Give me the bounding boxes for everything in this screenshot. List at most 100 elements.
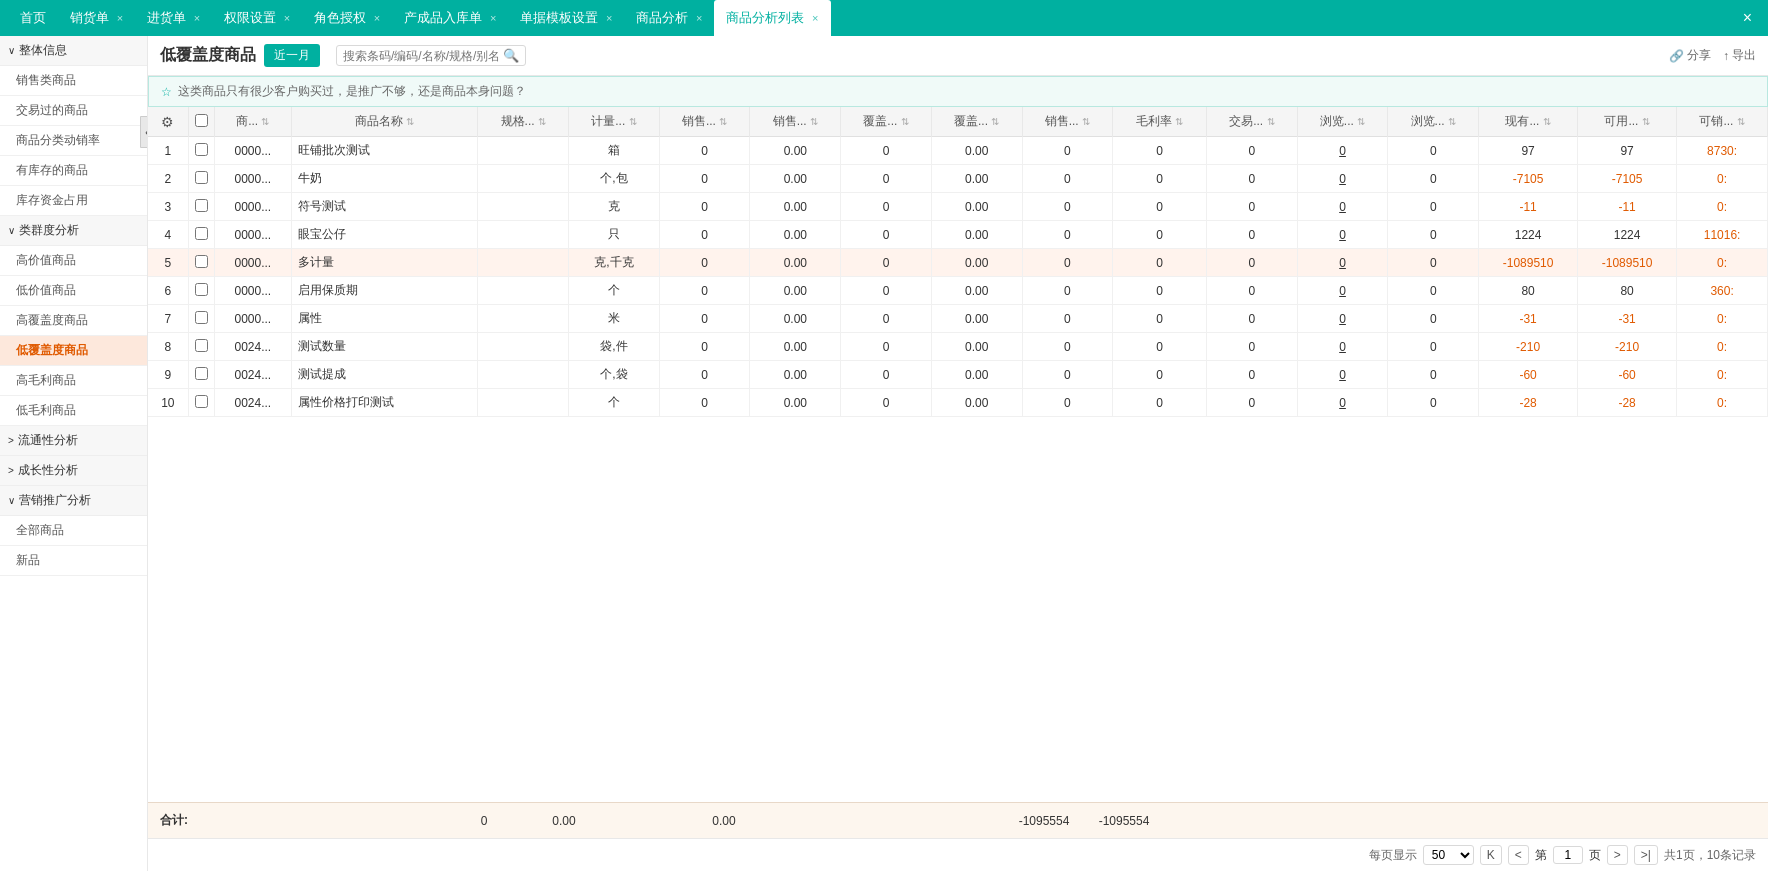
page-input[interactable] — [1553, 846, 1583, 864]
sidebar-section-growth[interactable]: > 成长性分析 — [0, 456, 147, 486]
col-sales-qty[interactable]: 销售... ⇅ — [659, 107, 750, 137]
search-input[interactable] — [343, 49, 503, 63]
next-page-button[interactable]: > — [1607, 845, 1628, 865]
row-checkbox-cell[interactable] — [188, 277, 214, 305]
row-checkbox-cell[interactable] — [188, 193, 214, 221]
sidebar-item-new-goods[interactable]: 新品 — [0, 546, 147, 576]
row-checkbox[interactable] — [195, 395, 208, 408]
col-stock3[interactable]: 可销... ⇅ — [1677, 107, 1768, 137]
nav-tab-home[interactable]: 首页 — [8, 0, 58, 36]
row-view1[interactable]: 0 — [1297, 333, 1388, 361]
last-page-button[interactable]: >| — [1634, 845, 1658, 865]
row-view1[interactable]: 0 — [1297, 193, 1388, 221]
col-margin[interactable]: 毛利率 ⇅ — [1113, 107, 1207, 137]
row-view1[interactable]: 0 — [1297, 277, 1388, 305]
row-spec — [478, 221, 569, 249]
select-all-checkbox[interactable] — [195, 114, 208, 127]
sidebar-item-high-value[interactable]: 高价值商品 — [0, 246, 147, 276]
sidebar-item-capital-occupation[interactable]: 库存资金占用 — [0, 186, 147, 216]
nav-tab-roles[interactable]: 角色授权 × — [302, 0, 392, 36]
col-stock1[interactable]: 现有... ⇅ — [1479, 107, 1578, 137]
row-view1[interactable]: 0 — [1297, 305, 1388, 333]
sidebar-item-stocked-goods[interactable]: 有库存的商品 — [0, 156, 147, 186]
sidebar-section-liquidity[interactable]: > 流通性分析 — [0, 426, 147, 456]
close-all-tabs[interactable]: × — [1735, 9, 1760, 27]
col-view2[interactable]: 浏览... ⇅ — [1388, 107, 1479, 137]
row-checkbox-cell[interactable] — [188, 333, 214, 361]
sidebar-item-low-coverage[interactable]: 低覆盖度商品 — [0, 336, 147, 366]
sidebar-item-all-goods[interactable]: 全部商品 — [0, 516, 147, 546]
export-button[interactable]: ↑ 导出 — [1723, 47, 1756, 64]
row-view1[interactable]: 0 — [1297, 389, 1388, 417]
sidebar-item-low-value[interactable]: 低价值商品 — [0, 276, 147, 306]
col-sales-amt[interactable]: 销售... ⇅ — [750, 107, 841, 137]
row-checkbox[interactable] — [195, 171, 208, 184]
sidebar-item-high-coverage[interactable]: 高覆盖度商品 — [0, 306, 147, 336]
prev-page-button[interactable]: < — [1508, 845, 1529, 865]
page-size-select[interactable]: 50 20 100 — [1423, 845, 1474, 865]
close-finished-goods-tab[interactable]: × — [490, 12, 496, 24]
row-checkbox[interactable] — [195, 227, 208, 240]
sidebar-section-overall[interactable]: ∨ 整体信息 — [0, 36, 147, 66]
row-view1[interactable]: 0 — [1297, 165, 1388, 193]
sidebar-item-sales-goods[interactable]: 销售类商品 — [0, 66, 147, 96]
table-container[interactable]: ⚙ 商... ⇅ 商品名称 ⇅ 规格... ⇅ 计量... ⇅ 销售... ⇅ … — [148, 107, 1768, 802]
col-unit[interactable]: 计量... ⇅ — [569, 107, 660, 137]
search-icon[interactable]: 🔍 — [503, 48, 519, 63]
sidebar-item-low-margin[interactable]: 低毛利商品 — [0, 396, 147, 426]
col-view1[interactable]: 浏览... ⇅ — [1297, 107, 1388, 137]
col-sales3[interactable]: 销售... ⇅ — [1022, 107, 1113, 137]
col-name[interactable]: 商品名称 ⇅ — [291, 107, 478, 137]
settings-icon[interactable]: ⚙ — [161, 114, 174, 130]
sidebar-collapse-button[interactable]: « — [140, 116, 148, 148]
row-view1[interactable]: 0 — [1297, 249, 1388, 277]
col-cover1[interactable]: 覆盖... ⇅ — [841, 107, 932, 137]
row-view1[interactable]: 0 — [1297, 221, 1388, 249]
row-checkbox-cell[interactable] — [188, 389, 214, 417]
first-page-button[interactable]: K — [1480, 845, 1502, 865]
col-select-all[interactable] — [188, 107, 214, 137]
nav-tab-purchase[interactable]: 进货单 × — [135, 0, 212, 36]
row-checkbox[interactable] — [195, 255, 208, 268]
row-checkbox-cell[interactable] — [188, 249, 214, 277]
row-checkbox[interactable] — [195, 199, 208, 212]
time-filter-button[interactable]: 近一月 — [264, 44, 320, 67]
col-trans[interactable]: 交易... ⇅ — [1207, 107, 1298, 137]
row-checkbox[interactable] — [195, 311, 208, 324]
sidebar-item-traded-goods[interactable]: 交易过的商品 — [0, 96, 147, 126]
row-checkbox-cell[interactable] — [188, 305, 214, 333]
col-settings[interactable]: ⚙ — [148, 107, 188, 137]
close-analysis-list-tab[interactable]: × — [812, 12, 818, 24]
sidebar-section-marketing[interactable]: ∨ 营销推广分析 — [0, 486, 147, 516]
close-templates-tab[interactable]: × — [606, 12, 612, 24]
close-analysis-tab[interactable]: × — [696, 12, 702, 24]
row-view1[interactable]: 0 — [1297, 137, 1388, 165]
row-checkbox[interactable] — [195, 143, 208, 156]
nav-tab-finished-goods[interactable]: 产成品入库单 × — [392, 0, 508, 36]
col-stock2[interactable]: 可用... ⇅ — [1578, 107, 1677, 137]
close-roles-tab[interactable]: × — [374, 12, 380, 24]
share-button[interactable]: 🔗 分享 — [1669, 47, 1711, 64]
row-checkbox[interactable] — [195, 283, 208, 296]
nav-tab-sales[interactable]: 销货单 × — [58, 0, 135, 36]
close-purchase-tab[interactable]: × — [194, 12, 200, 24]
row-checkbox-cell[interactable] — [188, 165, 214, 193]
row-checkbox-cell[interactable] — [188, 361, 214, 389]
row-view1[interactable]: 0 — [1297, 361, 1388, 389]
sidebar-item-high-margin[interactable]: 高毛利商品 — [0, 366, 147, 396]
close-sales-tab[interactable]: × — [117, 12, 123, 24]
row-checkbox[interactable] — [195, 339, 208, 352]
sidebar-section-cluster[interactable]: ∨ 类群度分析 — [0, 216, 147, 246]
col-cover2[interactable]: 覆盖... ⇅ — [931, 107, 1022, 137]
row-checkbox[interactable] — [195, 367, 208, 380]
col-code[interactable]: 商... ⇅ — [214, 107, 291, 137]
nav-tab-templates[interactable]: 单据模板设置 × — [508, 0, 624, 36]
sidebar-item-category-rate[interactable]: 商品分类动销率 — [0, 126, 147, 156]
nav-tab-permissions[interactable]: 权限设置 × — [212, 0, 302, 36]
close-permissions-tab[interactable]: × — [284, 12, 290, 24]
nav-tab-analysis[interactable]: 商品分析 × — [624, 0, 714, 36]
nav-tab-analysis-list[interactable]: 商品分析列表 × — [714, 0, 830, 36]
row-checkbox-cell[interactable] — [188, 221, 214, 249]
row-checkbox-cell[interactable] — [188, 137, 214, 165]
col-spec[interactable]: 规格... ⇅ — [478, 107, 569, 137]
